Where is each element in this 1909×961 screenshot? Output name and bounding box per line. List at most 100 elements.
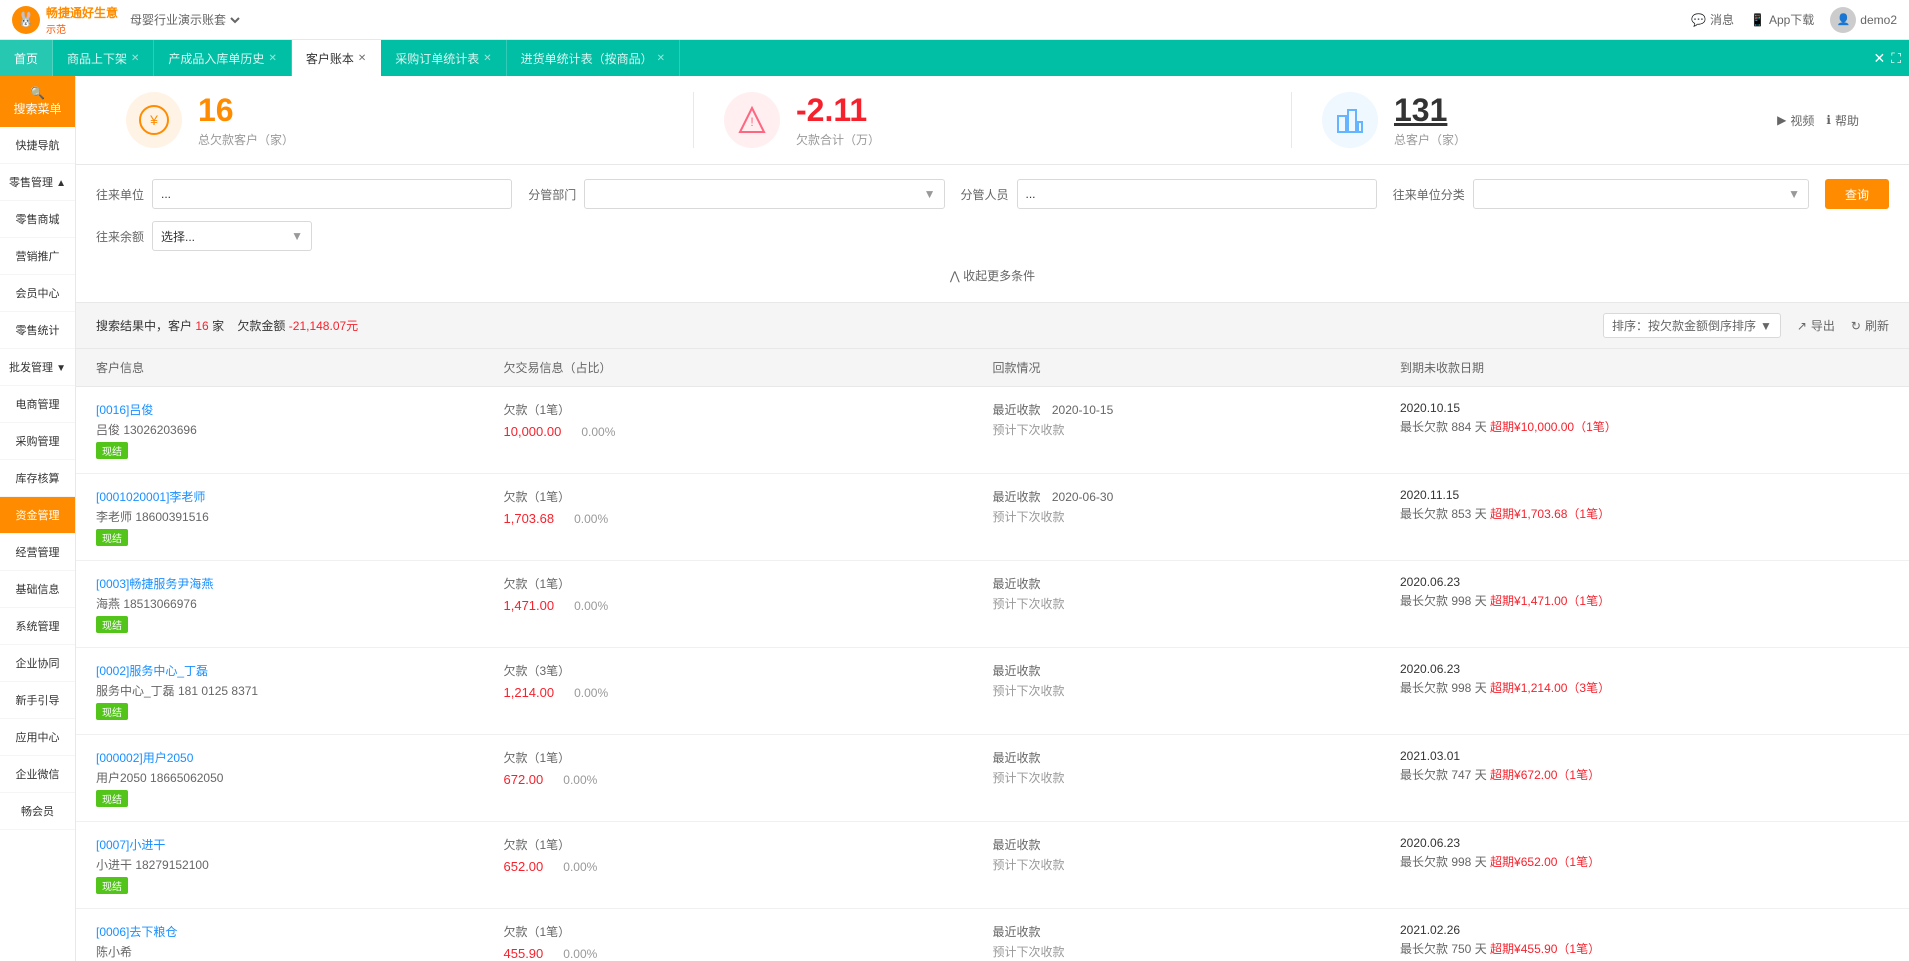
tabs-expand-icon[interactable]: ⛶ bbox=[1891, 50, 1901, 67]
close-icon[interactable]: ✕ bbox=[268, 53, 276, 64]
next-payment-7: 预计下次收款 bbox=[993, 943, 1401, 960]
sidebar-item-operations[interactable]: 经营管理 bbox=[0, 534, 75, 571]
tab-production-history[interactable]: 产成品入库单历史 ✕ bbox=[154, 40, 291, 76]
customer-info-4: [0002]服务中心_丁磊 服务中心_丁磊 181 0125 8371 现结 bbox=[96, 662, 504, 720]
stat-card-total-customers: 131 总客户（家） ▶ 视频 ℹ 帮助 bbox=[1291, 92, 1889, 148]
sidebar-item-marketing[interactable]: 营销推广 bbox=[0, 238, 75, 275]
debt-count-1: 欠款（1笔） bbox=[504, 401, 993, 418]
customer-name-5[interactable]: [000002]用户2050 bbox=[96, 749, 504, 766]
sidebar-item-retail-stats[interactable]: 零售统计 bbox=[0, 312, 75, 349]
logo-text: 畅捷通好生意 示范 bbox=[46, 4, 118, 36]
sidebar-item-enterprise-wechat[interactable]: 企业微信 bbox=[0, 756, 75, 793]
debt-count-3: 欠款（1笔） bbox=[504, 575, 993, 592]
balance-filter-select[interactable]: 选择... ▼ bbox=[152, 221, 312, 251]
customer-name-3[interactable]: [0003]畅捷服务尹海燕 bbox=[96, 575, 504, 592]
export-btn[interactable]: ↗ 导出 bbox=[1797, 317, 1835, 334]
help-btn[interactable]: ℹ 帮助 bbox=[1826, 112, 1859, 129]
customer-name-4[interactable]: [0002]服务中心_丁磊 bbox=[96, 662, 504, 679]
table-header: 客户信息 欠交易信息（占比） 回款情况 到期未收款日期 bbox=[76, 349, 1909, 387]
sidebar-item-inventory[interactable]: 库存核算 bbox=[0, 460, 75, 497]
category-filter-select[interactable]: ▼ bbox=[1473, 179, 1809, 209]
sidebar-item-chang-member[interactable]: 畅会员 bbox=[0, 793, 75, 830]
customer-filter-input[interactable]: ... bbox=[152, 179, 512, 209]
tab-product-listing[interactable]: 商品上下架 ✕ bbox=[53, 40, 154, 76]
tab-purchase-stats[interactable]: 进货单统计表（按商品） ✕ bbox=[507, 40, 680, 76]
debt-row-4: 1,214.00 0.00% bbox=[504, 682, 993, 700]
overdue-link-3[interactable]: 超期¥1,471.00（1笔） bbox=[1490, 594, 1610, 608]
company-select[interactable]: 母婴行业演示账套 bbox=[126, 12, 243, 28]
tab-purchase-order[interactable]: 采购订单统计表 ✕ bbox=[381, 40, 506, 76]
video-btn[interactable]: ▶ 视频 bbox=[1777, 112, 1814, 129]
debt-total-number: -2.11 bbox=[796, 92, 880, 129]
user-avatar[interactable]: 👤 demo2 bbox=[1830, 7, 1897, 33]
sidebar-item-retail-mgmt[interactable]: 零售管理 ▲ bbox=[0, 164, 75, 201]
sidebar-item-system[interactable]: 系统管理 bbox=[0, 608, 75, 645]
customer-name-7[interactable]: [0006]去下粮仓 bbox=[96, 923, 504, 940]
return-info-2: 最近收款 2020-06-30 预计下次收款 bbox=[993, 488, 1401, 525]
overdue-link-7[interactable]: 超期¥455.90（1笔） bbox=[1490, 942, 1600, 956]
sidebar-item-ecommerce[interactable]: 电商管理 bbox=[0, 386, 75, 423]
debt-row-3: 1,471.00 0.00% bbox=[504, 595, 993, 613]
debt-row-1: 10,000.00 0.00% bbox=[504, 421, 993, 439]
close-icon[interactable]: ✕ bbox=[657, 53, 665, 64]
stat-info-debt-total: -2.11 欠款合计（万） bbox=[796, 92, 880, 148]
sidebar-item-membership[interactable]: 会员中心 bbox=[0, 275, 75, 312]
customer-name-2[interactable]: [0001020001]李老师 bbox=[96, 488, 504, 505]
overdue-link-2[interactable]: 超期¥1,703.68（1笔） bbox=[1490, 507, 1610, 521]
sidebar-item-quick-nav[interactable]: 快捷导航 bbox=[0, 127, 75, 164]
date-info-5: 2021.03.01 最长欠款 747 天 超期¥672.00（1笔） bbox=[1400, 749, 1889, 783]
overdue-link-1[interactable]: 超期¥10,000.00（1笔） bbox=[1490, 420, 1617, 434]
debt-info-1: 欠款（1笔） 10,000.00 0.00% bbox=[504, 401, 993, 439]
customer-name-6[interactable]: [0007]小进干 bbox=[96, 836, 504, 853]
close-icon[interactable]: ✕ bbox=[483, 53, 491, 64]
dept-filter-select[interactable]: ▼ bbox=[584, 179, 944, 209]
debt-count-2: 欠款（1笔） bbox=[504, 488, 993, 505]
message-btn[interactable]: 💬 消息 bbox=[1691, 11, 1734, 28]
debt-info-3: 欠款（1笔） 1,471.00 0.00% bbox=[504, 575, 993, 613]
close-icon[interactable]: ✕ bbox=[358, 53, 366, 64]
table-row: [0016]吕俊 吕俊 13026203696 现结 欠款（1笔） 10,000… bbox=[76, 387, 1909, 474]
sidebar-item-purchase[interactable]: 采购管理 bbox=[0, 423, 75, 460]
recent-payment-4: 最近收款 bbox=[993, 662, 1401, 679]
overdue-link-5[interactable]: 超期¥672.00（1笔） bbox=[1490, 768, 1600, 782]
return-info-6: 最近收款 预计下次收款 bbox=[993, 836, 1401, 873]
sidebar-item-basic-info[interactable]: 基础信息 bbox=[0, 571, 75, 608]
date-info-3: 2020.06.23 最长欠款 998 天 超期¥1,471.00（1笔） bbox=[1400, 575, 1889, 609]
sidebar-item-newbie-guide[interactable]: 新手引导 bbox=[0, 682, 75, 719]
sort-select[interactable]: 排序：按欠款金额倒序排序 ▼ bbox=[1603, 313, 1781, 338]
sidebar-item-app-center[interactable]: 应用中心 bbox=[0, 719, 75, 756]
overdue-link-6[interactable]: 超期¥652.00（1笔） bbox=[1490, 855, 1600, 869]
customer-tag-6: 现结 bbox=[96, 877, 128, 894]
person-filter-input[interactable]: ... bbox=[1017, 179, 1377, 209]
customer-filter-label: 往来单位 bbox=[96, 186, 144, 203]
customer-name-1[interactable]: [0016]吕俊 bbox=[96, 401, 504, 418]
search-button[interactable]: 查询 bbox=[1825, 179, 1889, 209]
overdue-info-2: 最长欠款 853 天 超期¥1,703.68（1笔） bbox=[1400, 505, 1889, 522]
collapse-btn[interactable]: ⋀ 收起更多条件 bbox=[96, 263, 1889, 288]
tab-customer-account[interactable]: 客户账本 ✕ bbox=[292, 40, 381, 76]
sidebar-item-enterprise-collab[interactable]: 企业协同 bbox=[0, 645, 75, 682]
video-icon: ▶ bbox=[1777, 113, 1786, 127]
results-count: 16 bbox=[195, 319, 208, 333]
date-info-7: 2021.02.26 最长欠款 750 天 超期¥455.90（1笔） bbox=[1400, 923, 1889, 957]
balance-filter-label: 往来余额 bbox=[96, 228, 144, 245]
phone-icon: 📱 bbox=[1750, 13, 1765, 27]
svg-text:¥: ¥ bbox=[149, 112, 158, 128]
sidebar-item-retail-mall[interactable]: 零售商城 bbox=[0, 201, 75, 238]
debt-amount-4: 1,214.00 bbox=[504, 685, 555, 700]
debt-percent-6: 0.00% bbox=[563, 860, 597, 874]
recent-payment-6: 最近收款 bbox=[993, 836, 1401, 853]
refresh-btn[interactable]: ↻ 刷新 bbox=[1851, 317, 1889, 334]
close-icon[interactable]: ✕ bbox=[131, 53, 139, 64]
chevron-down-icon: ▲ bbox=[56, 178, 66, 189]
overdue-link-4[interactable]: 超期¥1,214.00（3笔） bbox=[1490, 681, 1610, 695]
total-customers-label: 总客户（家） bbox=[1394, 131, 1466, 148]
app-download-btn[interactable]: 📱 App下载 bbox=[1750, 11, 1814, 28]
search-menu-item[interactable]: 🔍 搜索菜单 bbox=[0, 76, 75, 127]
sidebar-item-finance[interactable]: 资金管理 bbox=[0, 497, 75, 534]
chevron-up-icon: ⋀ bbox=[950, 269, 960, 283]
main-layout: 🔍 搜索菜单 快捷导航 零售管理 ▲ 零售商城 营销推广 会员中心 零售统计 批… bbox=[0, 76, 1909, 961]
sidebar-item-wholesale-mgmt[interactable]: 批发管理 ▼ bbox=[0, 349, 75, 386]
tabs-close-all-icon[interactable]: ✕ bbox=[1873, 50, 1885, 67]
tab-home[interactable]: 首页 bbox=[0, 40, 53, 76]
